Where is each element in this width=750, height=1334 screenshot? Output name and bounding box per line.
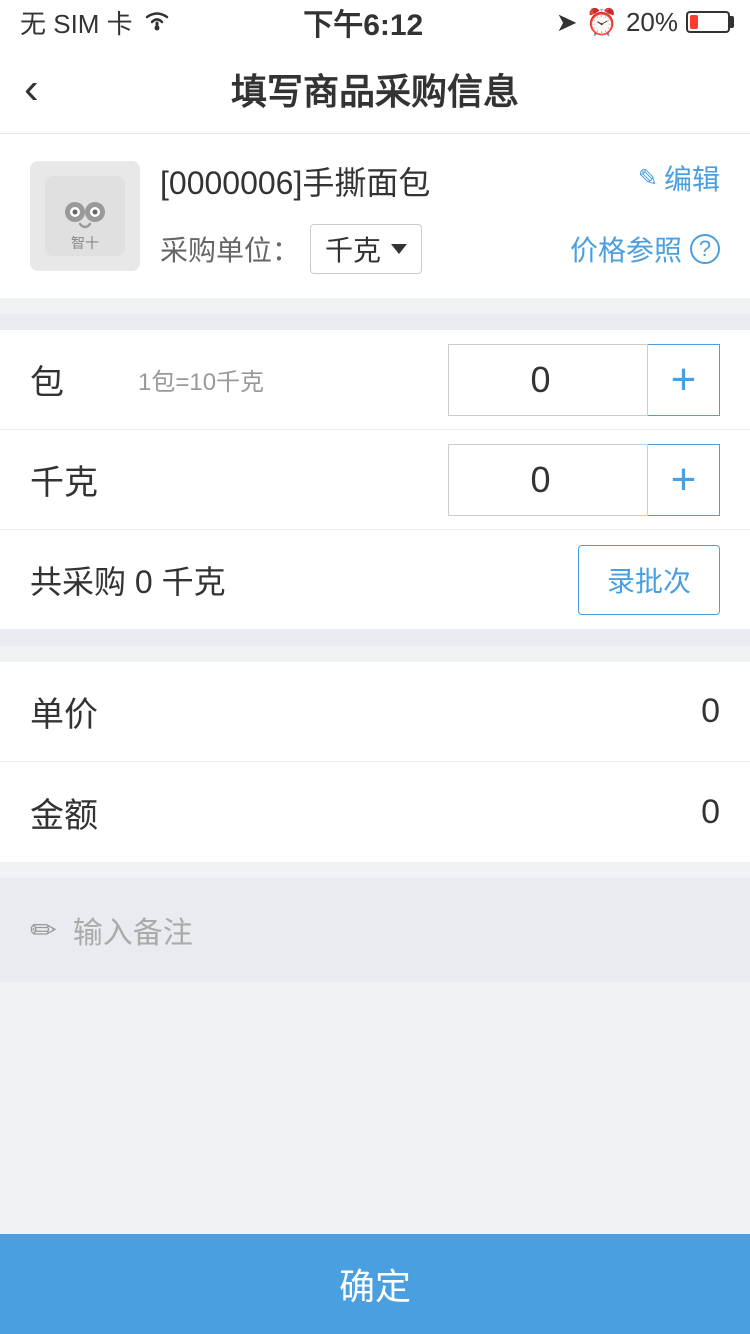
page-title: 填写商品采购信息	[231, 63, 519, 115]
nav-bar: ‹ 填写商品采购信息	[0, 44, 750, 134]
input-section: 包 1包=10千克 + 千克 + 共采购 0 千克 录批次	[0, 330, 750, 630]
pack-label: 包	[30, 355, 130, 404]
unit-price-label: 单价	[30, 687, 98, 736]
status-time: 下午6:12	[303, 0, 423, 44]
total-label: 共采购 0 千克	[30, 557, 226, 603]
alarm-icon: ⏰	[586, 7, 618, 38]
edit-icon: ✎	[638, 164, 658, 193]
svg-text:智十: 智十	[71, 235, 99, 251]
note-placeholder: 输入备注	[73, 908, 193, 952]
price-section: 单价 0 金额 0	[0, 662, 750, 862]
unit-price-row: 单价 0	[0, 662, 750, 762]
batch-button[interactable]: 录批次	[578, 545, 720, 615]
pack-input[interactable]	[448, 344, 648, 416]
unit-price-value: 0	[701, 692, 720, 731]
pack-controls: +	[448, 344, 720, 416]
wifi-icon	[143, 7, 171, 38]
battery-icon	[686, 11, 730, 33]
amount-value: 0	[701, 793, 720, 832]
status-bar: 无 SIM 卡 下午6:12 ➤ ⏰ 20%	[0, 0, 750, 44]
pack-sub: 1包=10千克	[138, 362, 264, 397]
separator-1	[0, 314, 750, 330]
kg-row: 千克 +	[0, 430, 750, 530]
separator-2	[0, 630, 750, 646]
battery-percent: 20%	[626, 7, 678, 38]
amount-row: 金额 0	[0, 762, 750, 862]
kg-label: 千克	[30, 455, 130, 504]
sim-signal: 无 SIM 卡	[20, 4, 133, 41]
product-info: [0000006]手撕面包 ✎ 编辑 采购单位： 千克 价格参照 ?	[160, 158, 720, 274]
kg-input[interactable]	[448, 444, 648, 516]
pack-plus-button[interactable]: +	[648, 344, 720, 416]
unit-select[interactable]: 千克	[310, 224, 422, 274]
status-left: 无 SIM 卡	[20, 4, 171, 41]
product-name: [0000006]手撕面包	[160, 158, 638, 204]
price-ref-question-icon: ?	[690, 234, 720, 264]
kg-plus-button[interactable]: +	[648, 444, 720, 516]
price-reference-button[interactable]: 价格参照 ?	[570, 229, 720, 269]
unit-label: 采购单位：	[160, 229, 300, 269]
product-thumb-icon: 智十	[45, 176, 125, 256]
pack-row: 包 1包=10千克 +	[0, 330, 750, 430]
price-ref-label: 价格参照	[570, 229, 682, 269]
product-unit-row: 采购单位： 千克 价格参照 ?	[160, 224, 720, 274]
kg-controls: +	[448, 444, 720, 516]
status-right: ➤ ⏰ 20%	[556, 7, 730, 38]
confirm-button[interactable]: 确定	[0, 1234, 750, 1334]
total-row: 共采购 0 千克 录批次	[0, 530, 750, 630]
back-button[interactable]: ‹	[24, 64, 39, 114]
note-section[interactable]: ✏ 输入备注	[0, 878, 750, 982]
amount-label: 金额	[30, 788, 98, 837]
location-icon: ➤	[556, 7, 578, 38]
product-card: 智十 [0000006]手撕面包 ✎ 编辑 采购单位： 千克 价格参照 ?	[0, 134, 750, 298]
unit-value: 千克	[325, 229, 381, 269]
product-header: [0000006]手撕面包 ✎ 编辑	[160, 158, 720, 204]
edit-button[interactable]: ✎ 编辑	[638, 158, 720, 198]
product-thumbnail: 智十	[30, 161, 140, 271]
edit-label: 编辑	[664, 158, 720, 198]
chevron-down-icon	[391, 244, 407, 254]
note-pencil-icon: ✏	[30, 911, 57, 949]
